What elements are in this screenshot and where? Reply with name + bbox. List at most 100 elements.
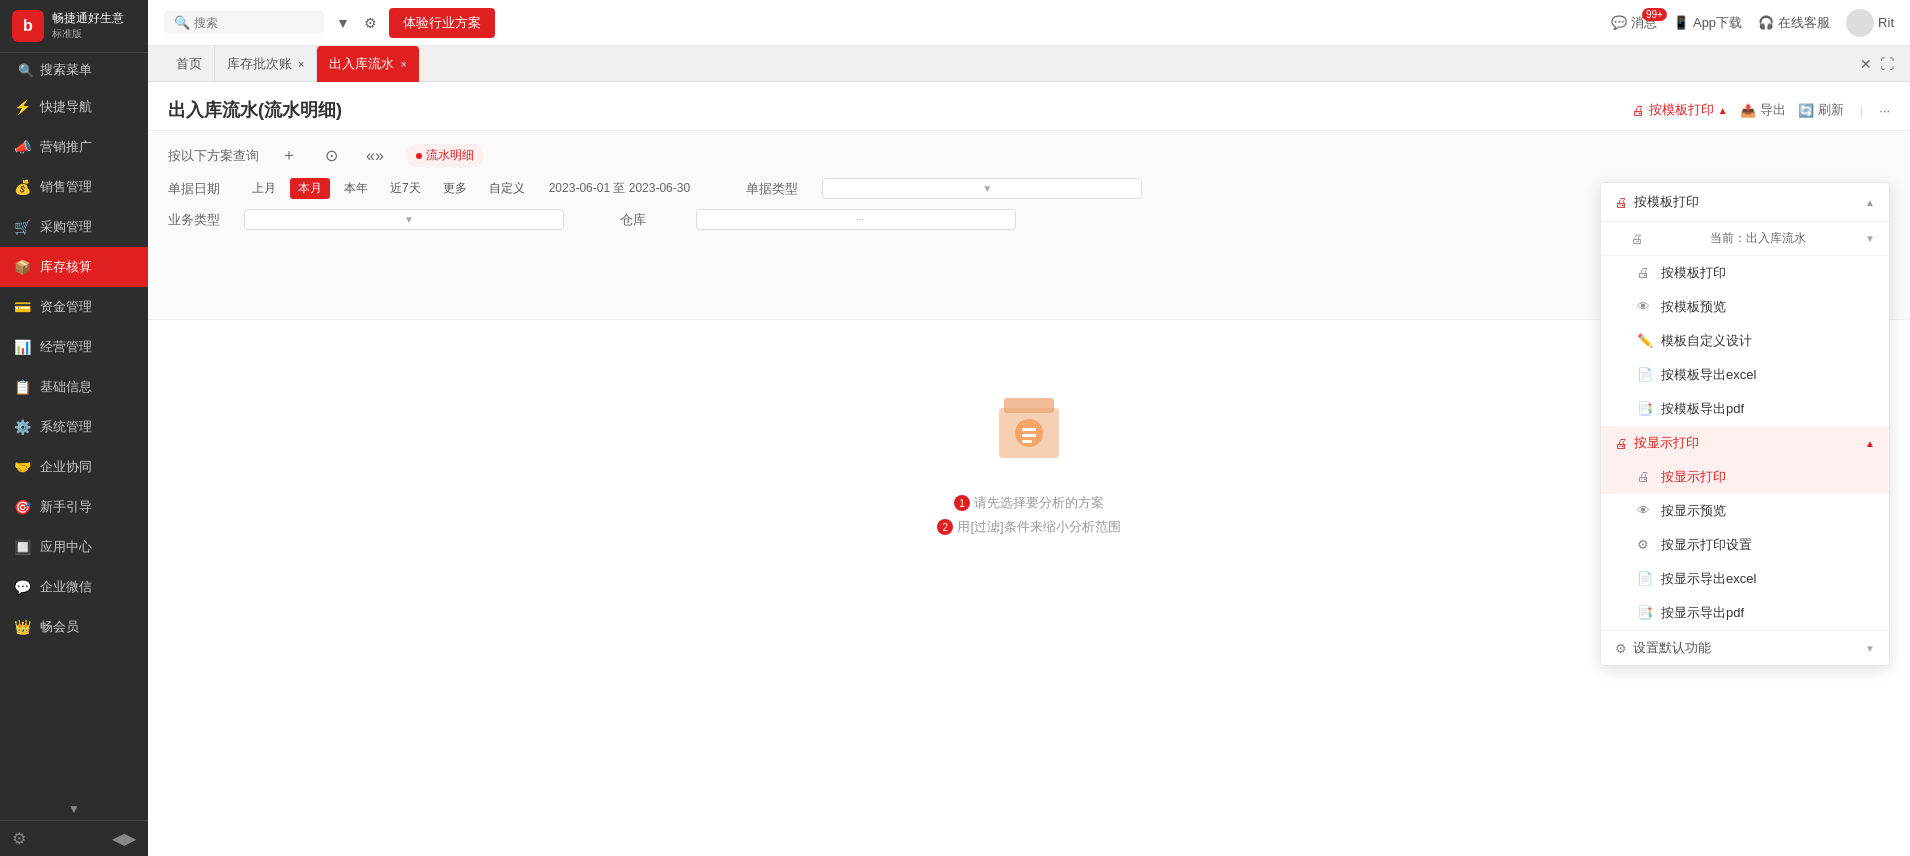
industry-btn[interactable]: 体验行业方案	[389, 8, 495, 38]
dropdown-current-item[interactable]: 🖨 当前：出入库流水 ▼	[1601, 222, 1889, 256]
sidebar-item-marketing[interactable]: 📣 营销推广	[0, 127, 148, 167]
empty-illustration	[979, 378, 1079, 478]
tab-maximize-btn[interactable]: ⛶	[1880, 56, 1894, 72]
dropdown-item-print-settings-display[interactable]: ⚙ 按显示打印设置	[1601, 528, 1889, 562]
expand-filter-btn[interactable]: «»	[360, 145, 390, 167]
config-filter-btn[interactable]: ⊙	[319, 144, 344, 167]
settings-bottom-btn[interactable]: ⚙	[12, 829, 26, 848]
sidebar-item-sales[interactable]: 💰 销售管理	[0, 167, 148, 207]
tab-flow-label: 出入库流水	[329, 55, 394, 73]
tab-batch-close[interactable]: ×	[298, 58, 304, 70]
print-icon: 🖨	[1632, 103, 1645, 118]
tab-home[interactable]: 首页	[164, 46, 215, 82]
sidebar-item-quick-nav[interactable]: ⚡ 快捷导航	[0, 87, 148, 127]
sidebar-item-app-center[interactable]: 🔲 应用中心	[0, 527, 148, 567]
dropdown-item-print-template[interactable]: 🖨 按模板打印	[1601, 256, 1889, 290]
date-tag-7days[interactable]: 近7天	[382, 178, 429, 199]
voucher-type-select[interactable]: ▼	[822, 178, 1142, 199]
add-filter-btn[interactable]: ＋	[275, 143, 303, 168]
topbar-search-icon: 🔍	[174, 15, 190, 30]
logo-area: b 畅捷通好生意 标准版	[0, 0, 148, 53]
sidebar-item-label: 企业协同	[40, 458, 92, 476]
topbar-dropdown-btn[interactable]: ▼	[332, 11, 354, 35]
sidebar-item-wechat[interactable]: 💬 企业微信	[0, 567, 148, 607]
sidebar-item-finance[interactable]: 💳 资金管理	[0, 287, 148, 327]
export-excel-template-label: 按模板导出excel	[1661, 366, 1756, 384]
dropdown-item-preview-template[interactable]: 👁 按模板预览	[1601, 290, 1889, 324]
scroll-down-btn[interactable]: ▼	[68, 802, 80, 816]
print-template-btn[interactable]: 🖨 按模板打印 ▲	[1632, 101, 1728, 119]
more-actions-btn[interactable]: ···	[1879, 103, 1890, 118]
sidebar-item-label: 企业微信	[40, 578, 92, 596]
sidebar-item-member[interactable]: 👑 畅会员	[0, 607, 148, 647]
sales-icon: 💰	[12, 177, 32, 197]
active-filter-tag[interactable]: 流水明细	[406, 144, 484, 167]
finance-icon: 💳	[12, 297, 32, 317]
dropdown-item-export-pdf-template[interactable]: 📑 按模板导出pdf	[1601, 392, 1889, 426]
dropdown-footer-settings[interactable]: ⚙ 设置默认功能 ▼	[1601, 630, 1889, 665]
page-actions: 🖨 按模板打印 ▲ 📤 导出 🔄 刷新 | ···	[1632, 101, 1890, 119]
dropdown-item-custom-template[interactable]: ✏️ 模板自定义设计	[1601, 324, 1889, 358]
topbar-gear-btn[interactable]: ⚙	[360, 11, 381, 35]
inventory-icon: 📦	[12, 257, 32, 277]
export-btn[interactable]: 📤 导出	[1740, 101, 1786, 119]
refresh-label: 刷新	[1818, 101, 1844, 119]
warehouse-select[interactable]: ···	[696, 209, 1016, 230]
dropdown-item-preview-display[interactable]: 👁 按显示预览	[1601, 494, 1889, 528]
page-title: 出入库流水(流水明细)	[168, 98, 342, 122]
app-download-btn[interactable]: 📱 App下载	[1673, 14, 1742, 32]
tab-flow[interactable]: 出入库流水 ×	[317, 46, 418, 82]
member-icon: 👑	[12, 617, 32, 637]
footer-settings-label: 设置默认功能	[1633, 639, 1711, 657]
display-group-header[interactable]: 🖨 按显示打印 ▲	[1601, 426, 1889, 460]
print-template-label: 按模板打印	[1649, 101, 1714, 119]
date-tag-this-year[interactable]: 本年	[336, 178, 376, 199]
custom-template-icon: ✏️	[1637, 333, 1653, 349]
topbar-search-box[interactable]: 🔍	[164, 11, 324, 34]
export-label: 导出	[1760, 101, 1786, 119]
refresh-btn[interactable]: 🔄 刷新	[1798, 101, 1844, 119]
date-tag-last-month[interactable]: 上月	[244, 178, 284, 199]
tab-close-page-btn[interactable]: ✕	[1860, 56, 1872, 72]
date-filter-tags: 上月 本月 本年 近7天 更多 自定义	[244, 178, 533, 199]
sidebar-item-cooperation[interactable]: 🤝 企业协同	[0, 447, 148, 487]
marketing-icon: 📣	[12, 137, 32, 157]
dropdown-item-export-pdf-display[interactable]: 📑 按显示导出pdf	[1601, 596, 1889, 630]
user-area[interactable]: Rit	[1846, 9, 1894, 37]
svg-rect-5	[1022, 440, 1032, 443]
online-service-btn[interactable]: 🎧 在线客服	[1758, 14, 1830, 32]
topbar-search-input[interactable]	[194, 16, 294, 30]
sidebar-item-inventory[interactable]: 📦 库存核算	[0, 247, 148, 287]
svg-rect-4	[1022, 434, 1036, 437]
sidebar-item-basic[interactable]: 📋 基础信息	[0, 367, 148, 407]
current-icon: 🖨	[1631, 232, 1643, 246]
tab-batch[interactable]: 库存批次账 ×	[215, 46, 317, 82]
date-tag-custom[interactable]: 自定义	[481, 178, 533, 199]
system-icon: ⚙️	[12, 417, 32, 437]
dropdown-header: 🖨 按模板打印 ▲	[1601, 183, 1889, 222]
date-tag-this-month[interactable]: 本月	[290, 178, 330, 199]
phone-icon: 📱	[1673, 15, 1689, 30]
dropdown-item-export-excel-display[interactable]: 📄 按显示导出excel	[1601, 562, 1889, 596]
date-tag-more[interactable]: 更多	[435, 178, 475, 199]
export-pdf-display-icon: 📑	[1637, 605, 1653, 621]
sidebar-item-guide[interactable]: 🎯 新手引导	[0, 487, 148, 527]
user-avatar	[1846, 9, 1874, 37]
sidebar-item-operation[interactable]: 📊 经营管理	[0, 327, 148, 367]
tab-batch-label: 库存批次账	[227, 55, 292, 73]
dropdown-item-export-excel-template[interactable]: 📄 按模板导出excel	[1601, 358, 1889, 392]
sidebar-item-purchase[interactable]: 🛒 采购管理	[0, 207, 148, 247]
export-excel-display-label: 按显示导出excel	[1661, 570, 1756, 588]
biz-type-select[interactable]: ▼	[244, 209, 564, 230]
display-group-arrow-icon: ▲	[1865, 438, 1875, 449]
dropdown-item-print-display[interactable]: 🖨 按显示打印	[1601, 460, 1889, 494]
voucher-type-arrow: ▼	[982, 183, 1131, 194]
sidebar-search-item[interactable]: 🔍 搜索菜单	[0, 53, 148, 87]
sidebar-item-label: 资金管理	[40, 298, 92, 316]
collapse-sidebar-btn[interactable]: ◀▶	[112, 829, 136, 848]
message-btn[interactable]: 💬 消息 99+	[1611, 14, 1657, 32]
sidebar-item-system[interactable]: ⚙️ 系统管理	[0, 407, 148, 447]
tab-flow-close[interactable]: ×	[400, 58, 406, 70]
footer-settings-icon: ⚙	[1615, 641, 1627, 656]
operation-icon: 📊	[12, 337, 32, 357]
